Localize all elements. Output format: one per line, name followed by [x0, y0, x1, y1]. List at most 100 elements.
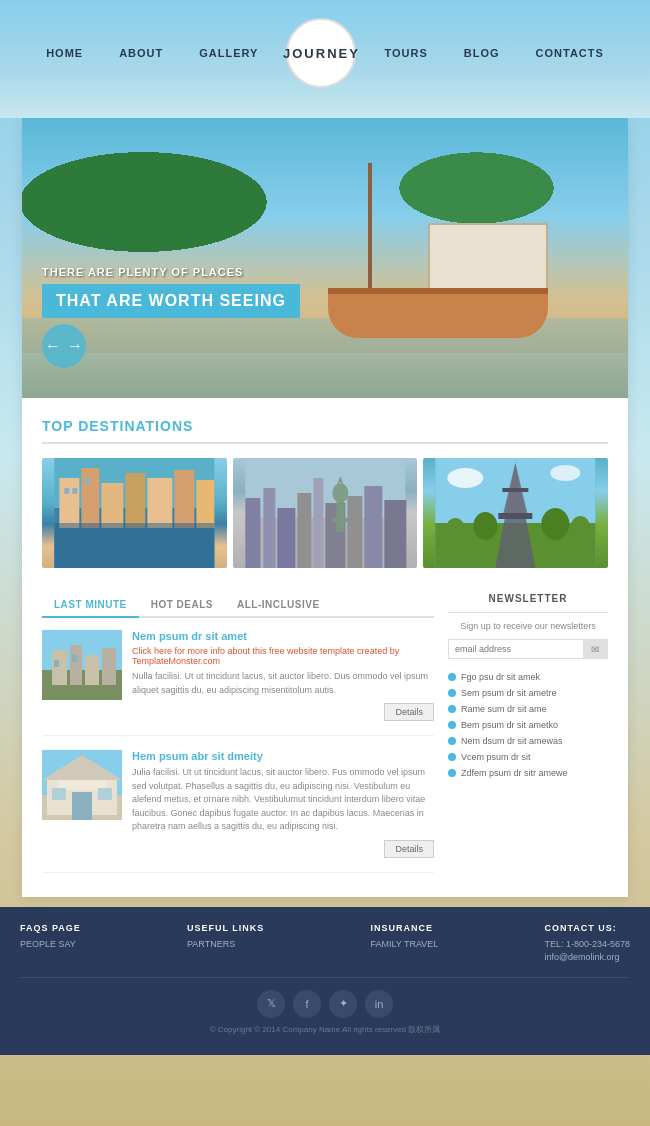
svg-rect-8: [196, 480, 214, 528]
destination-newyork[interactable]: [233, 458, 418, 568]
details-btn-1[interactable]: Details: [384, 703, 434, 721]
tour-title-1: Nem psum dr sit amet: [132, 630, 434, 642]
tabs-section: LAST MINUTE HOT DEALS ALL-INCLUSIVE: [22, 583, 628, 897]
svg-rect-17: [277, 508, 295, 568]
footer-col-1-title: FAQS PAGE: [20, 923, 81, 933]
tour-title-2: Hem psum abr sit dmeity: [132, 750, 434, 762]
paris-illustration: [423, 458, 608, 568]
nav-home[interactable]: HOME: [28, 39, 101, 67]
facebook-icon[interactable]: f: [293, 990, 321, 1018]
tour-thumb-1: [42, 630, 122, 700]
tour-desc-2: Julia facilisi. Ut ut tincidunt lacus, s…: [132, 766, 434, 834]
destinations-section: TOP DESTINATIONS: [22, 398, 628, 583]
svg-rect-47: [54, 660, 59, 667]
newsletter-subtitle: Sign up to receive our newsletters: [448, 621, 608, 631]
newsletter-email-input[interactable]: [449, 640, 583, 658]
nav-blog[interactable]: BLOG: [446, 39, 518, 67]
hero-text: THERE ARE PLENTY OF PLACES THAT ARE WORT…: [42, 266, 300, 318]
svg-rect-22: [364, 486, 382, 568]
carousel-arrows[interactable]: ← →: [42, 324, 86, 368]
nav-gallery[interactable]: GALLERY: [181, 39, 276, 67]
tab-last-minute[interactable]: LAST MINUTE: [42, 593, 139, 618]
svg-rect-46: [102, 648, 116, 685]
nl-dot-6: [448, 753, 456, 761]
twitter-icon[interactable]: 𝕏: [257, 990, 285, 1018]
tour-content-2: Hem psum abr sit dmeity Julia facilisi. …: [132, 750, 434, 858]
svg-rect-6: [147, 478, 172, 528]
svg-point-39: [446, 518, 466, 542]
footer-link-tel[interactable]: TEL: 1-800-234-5678: [544, 939, 630, 949]
destination-paris[interactable]: [423, 458, 608, 568]
nl-item-7: Zdfem psum dr sitr amewe: [448, 765, 608, 781]
svg-rect-44: [70, 645, 82, 685]
newsletter-input-wrap: ✉: [448, 639, 608, 659]
tab-hot-deals[interactable]: HOT DEALS: [139, 593, 225, 618]
nl-item-2: Sem psum dr sit ametre: [448, 685, 608, 701]
header: HOME ABOUT GALLERY JOURNEY TOURS BLOG CO…: [0, 0, 650, 118]
nav-about[interactable]: ABOUT: [101, 39, 181, 67]
boat-hull: [328, 288, 548, 338]
tabs-main: LAST MINUTE HOT DEALS ALL-INCLUSIVE: [42, 593, 434, 887]
tour-thumb-2: [42, 750, 122, 820]
svg-rect-23: [384, 500, 406, 568]
nav-tours[interactable]: TOURS: [366, 39, 445, 67]
svg-rect-54: [72, 792, 92, 820]
tab-buttons: LAST MINUTE HOT DEALS ALL-INCLUSIVE: [42, 593, 434, 618]
tour-item-2: Hem psum abr sit dmeity Julia facilisi. …: [42, 750, 434, 873]
tour-link-1: Click here for more info about this free…: [132, 646, 434, 666]
svg-point-24: [332, 483, 348, 503]
content-card: THERE ARE PLENTY OF PLACES THAT ARE WORT…: [22, 118, 628, 897]
prev-arrow[interactable]: ←: [45, 337, 61, 355]
logo[interactable]: JOURNEY: [286, 18, 356, 88]
svg-rect-25: [336, 502, 344, 532]
nl-dot-3: [448, 705, 456, 713]
hero-small-text: THERE ARE PLENTY OF PLACES: [42, 266, 300, 278]
nl-item-4: Bem psum dr sit ametko: [448, 717, 608, 733]
footer-link-family[interactable]: FAMILY TRAVEL: [370, 939, 438, 949]
next-arrow[interactable]: →: [67, 337, 83, 355]
footer-link-email[interactable]: info@demolink.org: [544, 952, 630, 962]
svg-rect-10: [72, 488, 77, 494]
svg-point-40: [571, 516, 591, 540]
details-btn-2[interactable]: Details: [384, 840, 434, 858]
footer-col-3: INSURANCE FAMILY TRAVEL: [370, 923, 438, 965]
nl-item-1: Fgo psu dr sit amek: [448, 669, 608, 685]
svg-rect-7: [174, 470, 194, 528]
destinations-title: TOP DESTINATIONS: [42, 418, 608, 444]
boat-cabin: [428, 223, 548, 293]
nl-dot-2: [448, 689, 456, 697]
nav-contacts[interactable]: CONTACTS: [518, 39, 622, 67]
svg-rect-21: [347, 496, 362, 568]
nl-item-3: Rame sum dr sit ame: [448, 701, 608, 717]
footer-link-people-say[interactable]: PEOPLE SAY: [20, 939, 81, 949]
villa-illustration: [42, 750, 122, 820]
svg-rect-45: [85, 655, 99, 685]
footer-link-partners[interactable]: PARTNERS: [187, 939, 264, 949]
newsletter-list: Fgo psu dr sit amek Sem psum dr sit amet…: [448, 669, 608, 781]
destinations-grid: [42, 458, 608, 568]
nl-item-6: Vcem psum dr sit: [448, 749, 608, 765]
nl-dot-7: [448, 769, 456, 777]
footer-col-1: FAQS PAGE PEOPLE SAY: [20, 923, 81, 965]
footer-col-2-title: USEFUL LINKS: [187, 923, 264, 933]
svg-rect-11: [84, 478, 89, 484]
newsletter-submit-btn[interactable]: ✉: [583, 640, 607, 658]
tour-desc-1: Nulla facilisi. Ut ut tincidunt lacus, s…: [132, 670, 434, 697]
copyright: © Copyright © 2014 Company Name All righ…: [20, 1024, 630, 1035]
svg-rect-16: [263, 488, 275, 568]
tab-all-inclusive[interactable]: ALL-INCLUSIVE: [225, 593, 332, 618]
tour-link-text[interactable]: Click here: [132, 646, 172, 656]
castle-illustration: [42, 630, 122, 700]
svg-rect-18: [297, 493, 311, 568]
svg-rect-15: [245, 498, 260, 568]
destination-venice[interactable]: [42, 458, 227, 568]
tour-link-desc: for more info about this free website te…: [132, 646, 399, 666]
ny-illustration: [233, 458, 418, 568]
svg-rect-56: [98, 788, 112, 800]
svg-rect-55: [52, 788, 66, 800]
linkedin-icon[interactable]: in: [365, 990, 393, 1018]
footer-col-4-title: CONTACT US:: [544, 923, 630, 933]
star-icon[interactable]: ✦: [329, 990, 357, 1018]
svg-rect-34: [503, 488, 529, 492]
footer-col-2: USEFUL LINKS PARTNERS: [187, 923, 264, 965]
